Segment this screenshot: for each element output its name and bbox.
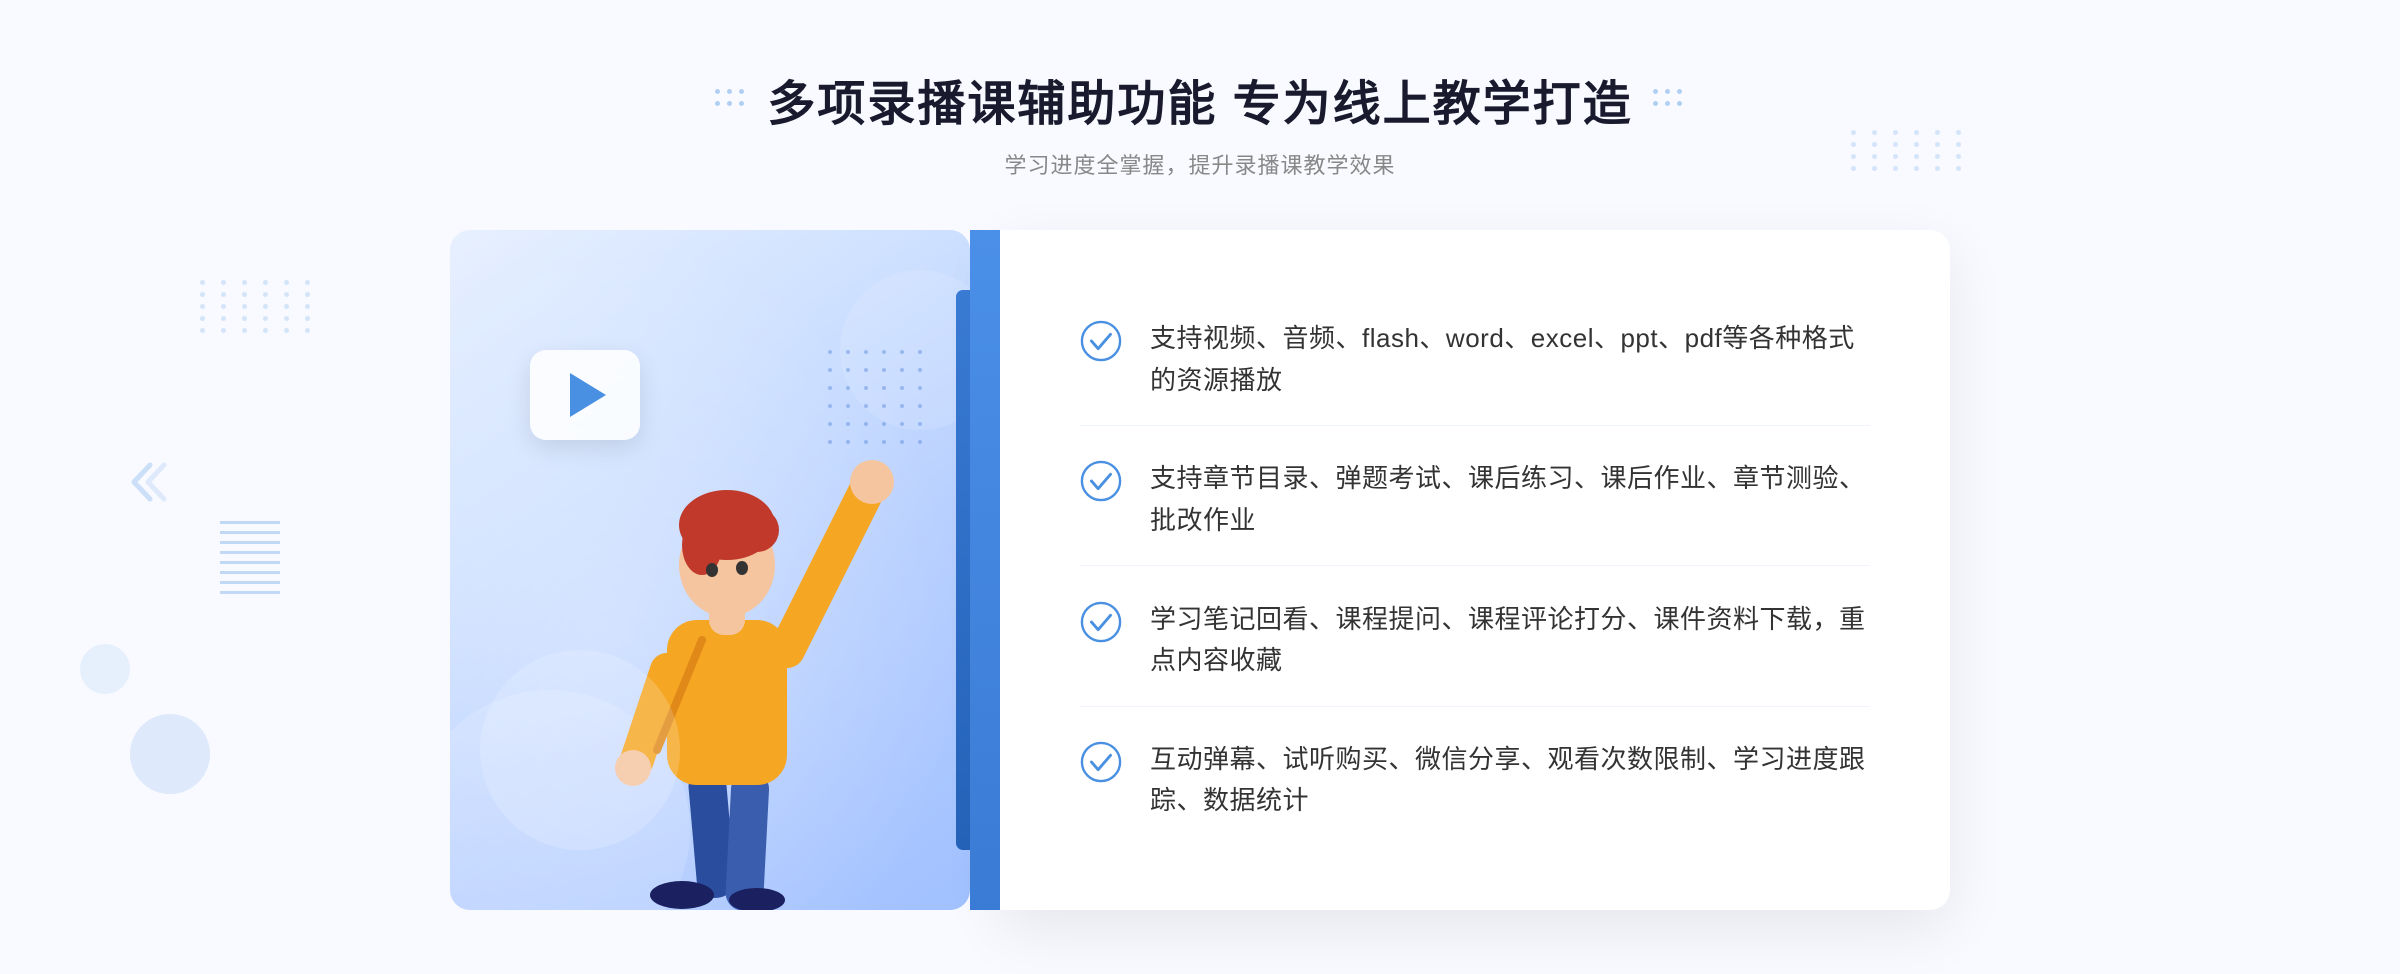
- bg-dots-right: [1851, 130, 1970, 171]
- check-icon-4: [1080, 741, 1122, 783]
- sub-title: 学习进度全掌握，提升录播课教学效果: [715, 148, 1684, 180]
- main-title: 多项录播课辅助功能 专为线上教学打造: [767, 64, 1632, 134]
- feature-text-4: 互动弹幕、试听购买、微信分享、观看次数限制、学习进度跟踪、数据统计: [1150, 739, 1870, 822]
- blue-connector: [970, 230, 1000, 910]
- feature-item-4: 互动弹幕、试听购买、微信分享、观看次数限制、学习进度跟踪、数据统计: [1080, 715, 1870, 846]
- feature-text-3: 学习笔记回看、课程提问、课程评论打分、课件资料下载，重点内容收藏: [1150, 599, 1870, 682]
- content-wrapper: 支持视频、音频、flash、word、excel、ppt、pdf等各种格式的资源…: [0, 230, 2400, 910]
- page-wrapper: 多项录播课辅助功能 专为线上教学打造 学习进度全掌握，提升录播课教学效果: [0, 0, 2400, 974]
- header-section: 多项录播课辅助功能 专为线上教学打造 学习进度全掌握，提升录播课教学效果: [715, 64, 1684, 180]
- check-icon-3: [1080, 601, 1122, 643]
- header-deco-left: [715, 89, 747, 109]
- feature-item-2: 支持章节目录、弹题考试、课后练习、课后作业、章节测验、批改作业: [1080, 434, 1870, 566]
- feature-text-1: 支持视频、音频、flash、word、excel、ppt、pdf等各种格式的资源…: [1150, 318, 1870, 401]
- header-deco-right: [1653, 89, 1685, 109]
- left-illustration-card: [450, 230, 970, 910]
- right-features-panel: 支持视频、音频、flash、word、excel、ppt、pdf等各种格式的资源…: [1000, 230, 1950, 910]
- check-icon-2: [1080, 460, 1122, 502]
- blob-deco: [480, 650, 680, 850]
- content-area: 支持视频、音频、flash、word、excel、ppt、pdf等各种格式的资源…: [450, 230, 1950, 910]
- blue-sidebar-accent: [956, 290, 970, 850]
- header-title-wrapper: 多项录播课辅助功能 专为线上教学打造: [715, 64, 1684, 134]
- feature-item-1: 支持视频、音频、flash、word、excel、ppt、pdf等各种格式的资源…: [1080, 294, 1870, 426]
- check-icon-1: [1080, 320, 1122, 362]
- feature-item-3: 学习笔记回看、课程提问、课程评论打分、课件资料下载，重点内容收藏: [1080, 575, 1870, 707]
- feature-text-2: 支持章节目录、弹题考试、课后练习、课后作业、章节测验、批改作业: [1150, 458, 1870, 541]
